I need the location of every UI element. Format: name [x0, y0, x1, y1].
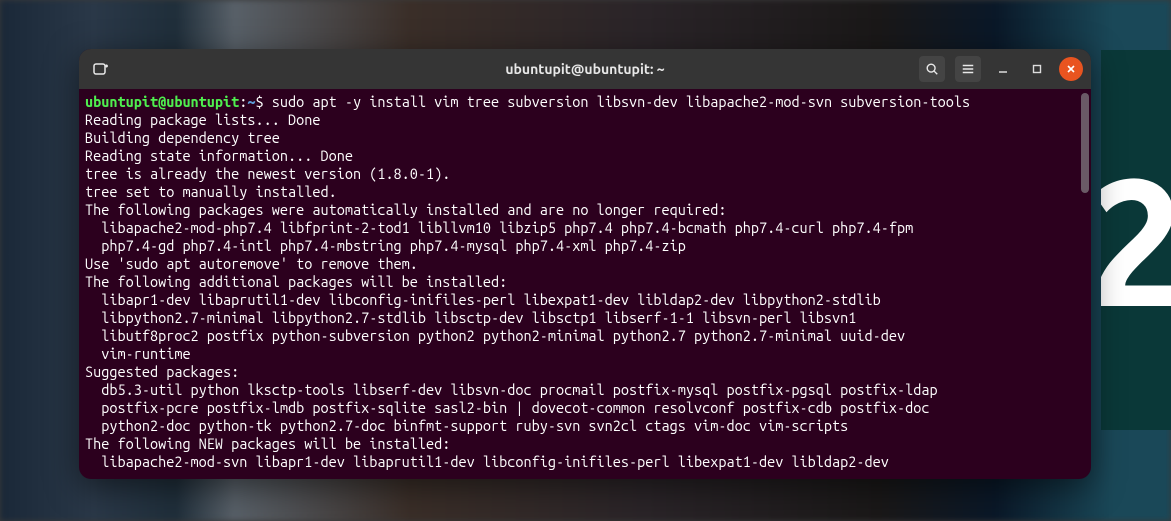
- command-text: sudo apt -y install vim tree subversion …: [272, 93, 970, 110]
- close-icon: [1066, 64, 1076, 74]
- terminal-body[interactable]: ubuntupit@ubuntupit:~$ sudo apt -y insta…: [79, 89, 1091, 479]
- background-sign: 2: [1101, 50, 1171, 430]
- search-icon: [925, 62, 939, 76]
- minimize-icon: [998, 64, 1008, 74]
- window-title: ubuntupit@ubuntupit: ~: [505, 61, 664, 77]
- terminal-window: ubuntupit@ubuntupit: ~: [79, 49, 1091, 479]
- prompt-path: ~: [247, 93, 255, 110]
- titlebar: ubuntupit@ubuntupit: ~: [79, 49, 1091, 89]
- titlebar-left: [87, 55, 115, 83]
- new-tab-icon: [93, 61, 109, 77]
- new-tab-button[interactable]: [87, 55, 115, 83]
- prompt-user-host: ubuntupit@ubuntupit: [85, 93, 239, 110]
- scrollbar-thumb[interactable]: [1081, 93, 1089, 193]
- prompt-dollar: $: [256, 93, 264, 110]
- maximize-icon: [1032, 64, 1042, 74]
- hamburger-icon: [961, 62, 975, 76]
- maximize-button[interactable]: [1025, 57, 1049, 81]
- search-button[interactable]: [919, 56, 945, 82]
- close-button[interactable]: [1059, 57, 1083, 81]
- menu-button[interactable]: [955, 56, 981, 82]
- minimize-button[interactable]: [991, 57, 1015, 81]
- terminal-output: Reading package lists... Done Building d…: [85, 111, 938, 470]
- titlebar-right: [919, 56, 1083, 82]
